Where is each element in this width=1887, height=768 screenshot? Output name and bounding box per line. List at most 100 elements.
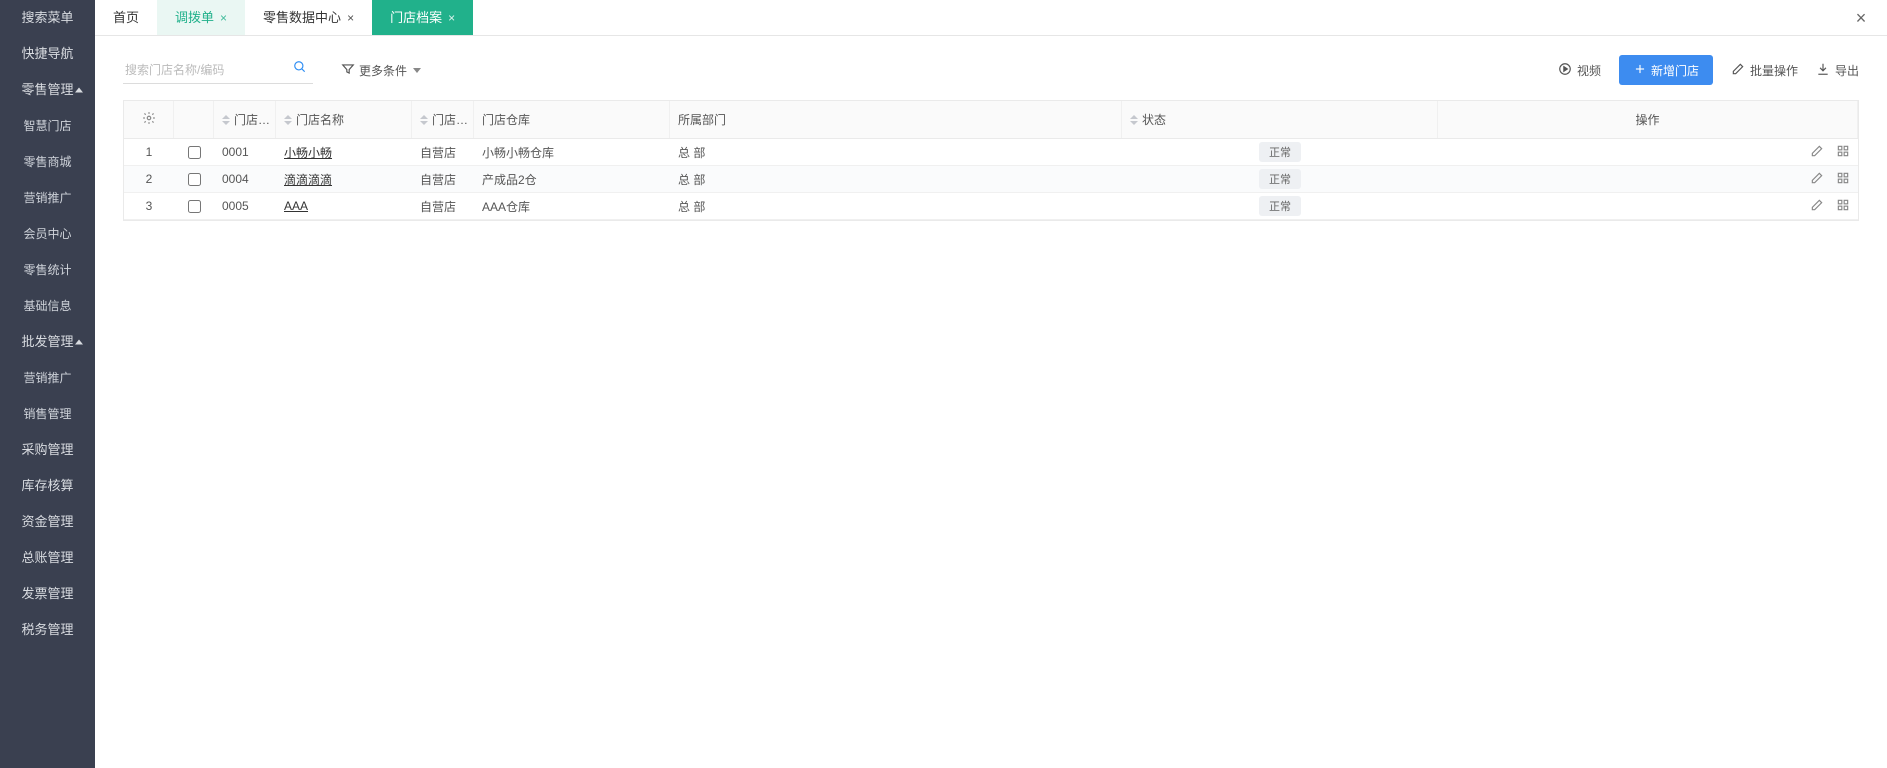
video-button[interactable]: 视频 bbox=[1558, 62, 1601, 79]
row-more-button[interactable] bbox=[1836, 171, 1850, 188]
toolbar: 更多条件 视频 新增门店 批量操作 bbox=[123, 54, 1859, 86]
store-name-link[interactable]: 滴滴滴滴 bbox=[284, 171, 332, 188]
more-conditions-button[interactable]: 更多条件 bbox=[341, 62, 421, 79]
sidebar-item-label: 智慧门店 bbox=[23, 119, 71, 133]
row-operations bbox=[1438, 166, 1858, 192]
store-code: 0004 bbox=[214, 166, 276, 192]
sidebar-item-label: 税务管理 bbox=[21, 622, 73, 637]
search-icon[interactable] bbox=[293, 60, 311, 78]
sidebar-item-basic-info[interactable]: 基础信息 bbox=[0, 288, 95, 324]
sidebar-item-label: 销售管理 bbox=[23, 407, 71, 421]
video-label: 视频 bbox=[1577, 62, 1601, 79]
store-status-cell: 正常 bbox=[1122, 166, 1438, 192]
row-checkbox[interactable] bbox=[188, 173, 201, 186]
sidebar: 搜索菜单 快捷导航 零售管理 智慧门店 零售商城 营销推广 会员中心 零售统计 … bbox=[0, 0, 95, 768]
add-store-button[interactable]: 新增门店 bbox=[1619, 55, 1713, 85]
column-department[interactable]: 所属部门 bbox=[670, 101, 1122, 138]
sidebar-item-wholesale-mgmt[interactable]: 批发管理 bbox=[0, 324, 95, 360]
store-name-cell: 小畅小畅 bbox=[276, 139, 412, 165]
batch-button[interactable]: 批量操作 bbox=[1731, 62, 1798, 79]
export-icon bbox=[1816, 62, 1830, 79]
tab-transfer-order[interactable]: 调拨单× bbox=[157, 0, 245, 35]
store-name-link[interactable]: AAA bbox=[284, 199, 308, 213]
tab-retail-data-center[interactable]: 零售数据中心× bbox=[245, 0, 372, 35]
sidebar-item-label: 零售商城 bbox=[23, 155, 71, 169]
sidebar-item-label: 发票管理 bbox=[21, 586, 73, 601]
store-warehouse: 小畅小畅仓库 bbox=[474, 139, 670, 165]
row-index: 2 bbox=[124, 166, 174, 192]
search-input[interactable] bbox=[123, 56, 313, 84]
row-index: 1 bbox=[124, 139, 174, 165]
sidebar-item-smart-store[interactable]: 智慧门店 bbox=[0, 108, 95, 144]
search-wrap bbox=[123, 56, 313, 84]
sidebar-item-inventory[interactable]: 库存核算 bbox=[0, 468, 95, 504]
sidebar-item-sales-mgmt[interactable]: 销售管理 bbox=[0, 396, 95, 432]
row-operations bbox=[1438, 139, 1858, 165]
column-warehouse[interactable]: 门店仓库 bbox=[474, 101, 670, 138]
export-button[interactable]: 导出 bbox=[1816, 62, 1859, 79]
close-icon[interactable]: × bbox=[220, 0, 227, 36]
close-icon[interactable]: × bbox=[347, 0, 354, 36]
table-row: 2 0004 滴滴滴滴 自营店 产成品2仓 总 部 正常 bbox=[124, 166, 1858, 193]
column-label: 操作 bbox=[1635, 111, 1659, 128]
toolbar-right: 视频 新增门店 批量操作 导出 bbox=[1558, 55, 1859, 85]
column-status[interactable]: 状态 bbox=[1122, 101, 1438, 138]
sidebar-item-marketing-1[interactable]: 营销推广 bbox=[0, 180, 95, 216]
column-store-name[interactable]: 门店名称 bbox=[276, 101, 412, 138]
sidebar-item-retail-stats[interactable]: 零售统计 bbox=[0, 252, 95, 288]
row-operations bbox=[1438, 193, 1858, 219]
column-label: 门店… bbox=[234, 111, 270, 128]
content-area: 更多条件 视频 新增门店 批量操作 bbox=[95, 36, 1887, 768]
sidebar-item-quick-nav[interactable]: 快捷导航 bbox=[0, 36, 95, 72]
chevron-up-icon bbox=[75, 88, 83, 93]
row-checkbox[interactable] bbox=[188, 200, 201, 213]
column-store-code[interactable]: 门店… bbox=[214, 101, 276, 138]
sidebar-item-ledger-mgmt[interactable]: 总账管理 bbox=[0, 540, 95, 576]
sidebar-item-marketing-2[interactable]: 营销推广 bbox=[0, 360, 95, 396]
column-operations: 操作 bbox=[1438, 101, 1858, 138]
sidebar-item-retail-mgmt[interactable]: 零售管理 bbox=[0, 72, 95, 108]
table-header: 门店… 门店名称 门店… 门店仓库 所属部门 状态 操作 bbox=[124, 101, 1858, 139]
tab-label: 门店档案 bbox=[390, 0, 442, 36]
sidebar-item-invoice-mgmt[interactable]: 发票管理 bbox=[0, 576, 95, 612]
store-code: 0005 bbox=[214, 193, 276, 219]
column-store-type[interactable]: 门店… bbox=[412, 101, 474, 138]
sidebar-item-fund-mgmt[interactable]: 资金管理 bbox=[0, 504, 95, 540]
sidebar-item-retail-mall[interactable]: 零售商城 bbox=[0, 144, 95, 180]
close-icon[interactable]: × bbox=[448, 0, 455, 36]
sidebar-item-purchase-mgmt[interactable]: 采购管理 bbox=[0, 432, 95, 468]
status-badge: 正常 bbox=[1259, 169, 1301, 189]
sidebar-item-tax-mgmt[interactable]: 税务管理 bbox=[0, 612, 95, 648]
store-warehouse: 产成品2仓 bbox=[474, 166, 670, 192]
sidebar-item-member-center[interactable]: 会员中心 bbox=[0, 216, 95, 252]
chevron-up-icon bbox=[75, 340, 83, 345]
column-label: 所属部门 bbox=[678, 111, 726, 128]
store-type: 自营店 bbox=[412, 139, 474, 165]
store-name-link[interactable]: 小畅小畅 bbox=[284, 144, 332, 161]
sidebar-item-search-menu[interactable]: 搜索菜单 bbox=[0, 0, 95, 36]
tab-store-archive[interactable]: 门店档案× bbox=[372, 0, 473, 35]
row-checkbox[interactable] bbox=[188, 146, 201, 159]
row-more-button[interactable] bbox=[1836, 198, 1850, 215]
row-edit-button[interactable] bbox=[1810, 171, 1824, 188]
chevron-down-icon bbox=[413, 68, 421, 73]
plus-icon bbox=[1633, 62, 1647, 79]
tab-bar: 首页 调拨单× 零售数据中心× 门店档案× × bbox=[95, 0, 1887, 36]
row-checkbox-cell bbox=[174, 193, 214, 219]
tab-home[interactable]: 首页 bbox=[95, 0, 157, 35]
batch-label: 批量操作 bbox=[1750, 62, 1798, 79]
row-edit-button[interactable] bbox=[1810, 198, 1824, 215]
close-all-button[interactable]: × bbox=[1843, 0, 1879, 36]
row-edit-button[interactable] bbox=[1810, 144, 1824, 161]
sidebar-item-label: 批发管理 bbox=[21, 334, 73, 349]
column-settings[interactable] bbox=[124, 101, 174, 138]
sidebar-item-label: 基础信息 bbox=[23, 299, 71, 313]
store-status-cell: 正常 bbox=[1122, 139, 1438, 165]
tab-label: 零售数据中心 bbox=[263, 0, 341, 36]
row-more-button[interactable] bbox=[1836, 144, 1850, 161]
store-type: 自营店 bbox=[412, 166, 474, 192]
store-department: 总 部 bbox=[670, 193, 1122, 219]
export-label: 导出 bbox=[1835, 62, 1859, 79]
sort-icon bbox=[420, 115, 428, 125]
row-checkbox-cell bbox=[174, 139, 214, 165]
